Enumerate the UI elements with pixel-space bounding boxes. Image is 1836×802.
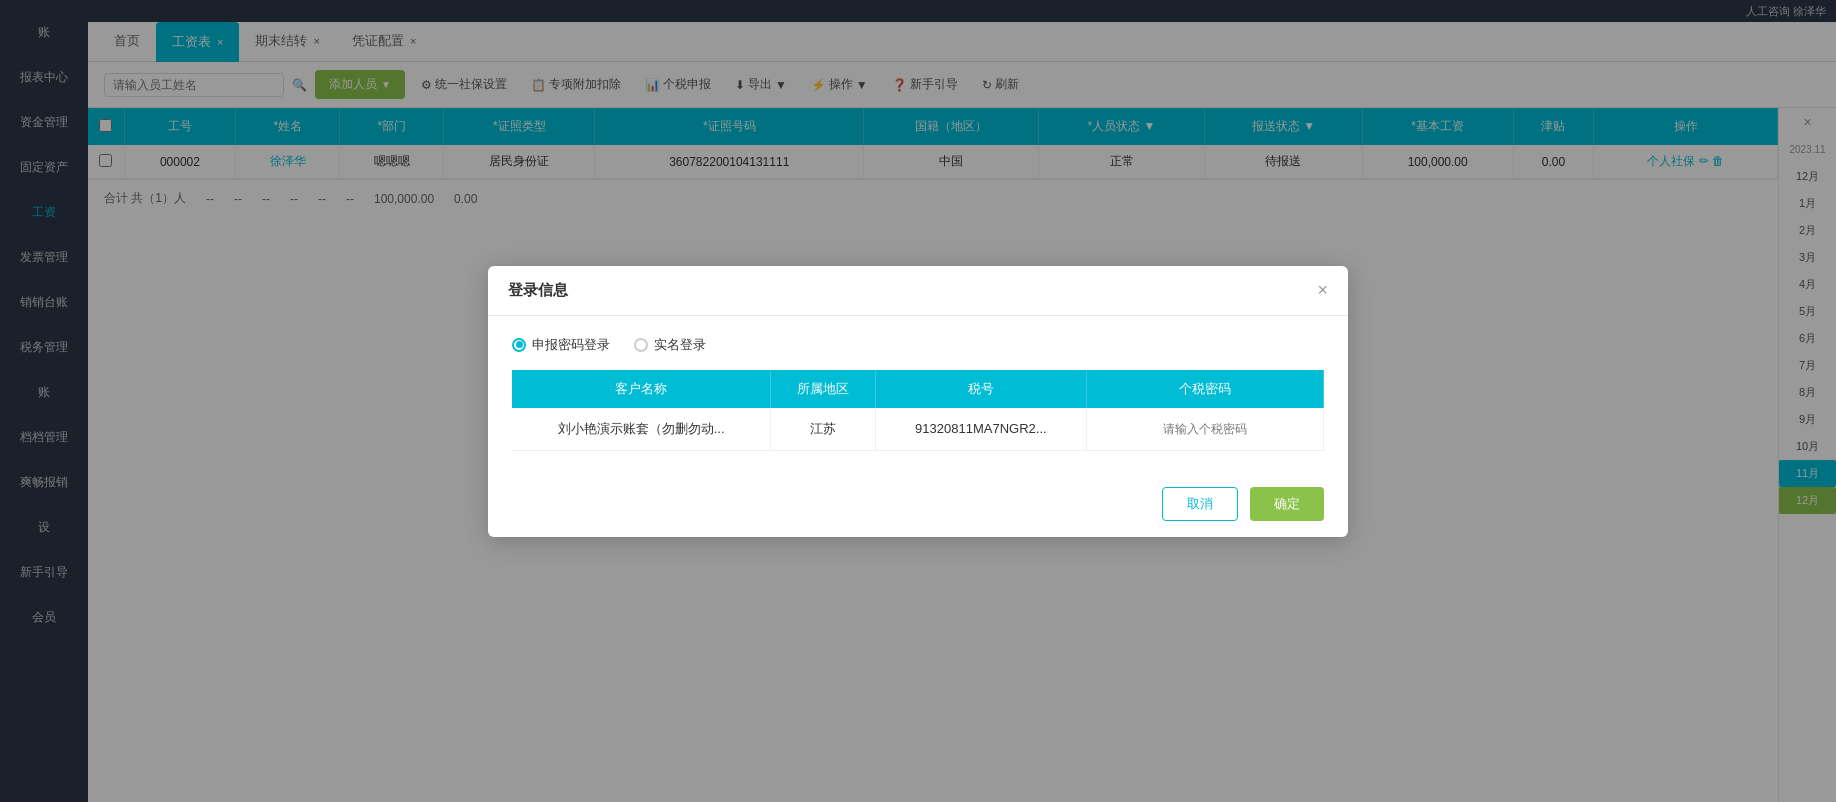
dialog-footer: 取消 确定 [488, 471, 1348, 537]
dialog-overlay: 登录信息 × 申报密码登录 实名登录 [0, 0, 1836, 802]
radio-option-password[interactable]: 申报密码登录 [512, 336, 610, 354]
radio-realname-label: 实名登录 [654, 336, 706, 354]
password-input[interactable] [1099, 422, 1311, 436]
dialog-th-name: 客户名称 [512, 370, 771, 408]
dialog-th-taxno: 税号 [875, 370, 1087, 408]
dialog-table: 客户名称 所属地区 税号 个税密码 刘小艳演示账套（勿删勿动... 江苏 913… [512, 370, 1324, 451]
cancel-button[interactable]: 取消 [1162, 487, 1238, 521]
radio-realname-circle [634, 338, 648, 352]
dialog-title: 登录信息 [508, 281, 568, 300]
dialog-header: 登录信息 × [488, 266, 1348, 316]
dialog-body: 申报密码登录 实名登录 客户名称 所属地区 税号 个税密码 [488, 316, 1348, 471]
app-container: 账 报表中心 资金管理 固定资产 工资 发票管理 销销台账 税务管理 账 档档管… [0, 0, 1836, 802]
dialog-close-btn[interactable]: × [1317, 280, 1328, 301]
radio-password-label: 申报密码登录 [532, 336, 610, 354]
dialog-row-region: 江苏 [771, 408, 875, 451]
dialog-table-header: 客户名称 所属地区 税号 个税密码 [512, 370, 1324, 408]
radio-group: 申报密码登录 实名登录 [512, 336, 1324, 354]
radio-password-circle [512, 338, 526, 352]
dialog-th-region: 所属地区 [771, 370, 875, 408]
dialog-table-row: 刘小艳演示账套（勿删勿动... 江苏 91320811MA7NGR2... [512, 408, 1324, 451]
dialog-row-taxno: 91320811MA7NGR2... [875, 408, 1087, 451]
dialog-row-name: 刘小艳演示账套（勿删勿动... [512, 408, 771, 451]
confirm-button[interactable]: 确定 [1250, 487, 1324, 521]
radio-option-realname[interactable]: 实名登录 [634, 336, 706, 354]
dialog-row-password[interactable] [1087, 408, 1324, 451]
dialog-th-password: 个税密码 [1087, 370, 1324, 408]
login-dialog: 登录信息 × 申报密码登录 实名登录 [488, 266, 1348, 537]
